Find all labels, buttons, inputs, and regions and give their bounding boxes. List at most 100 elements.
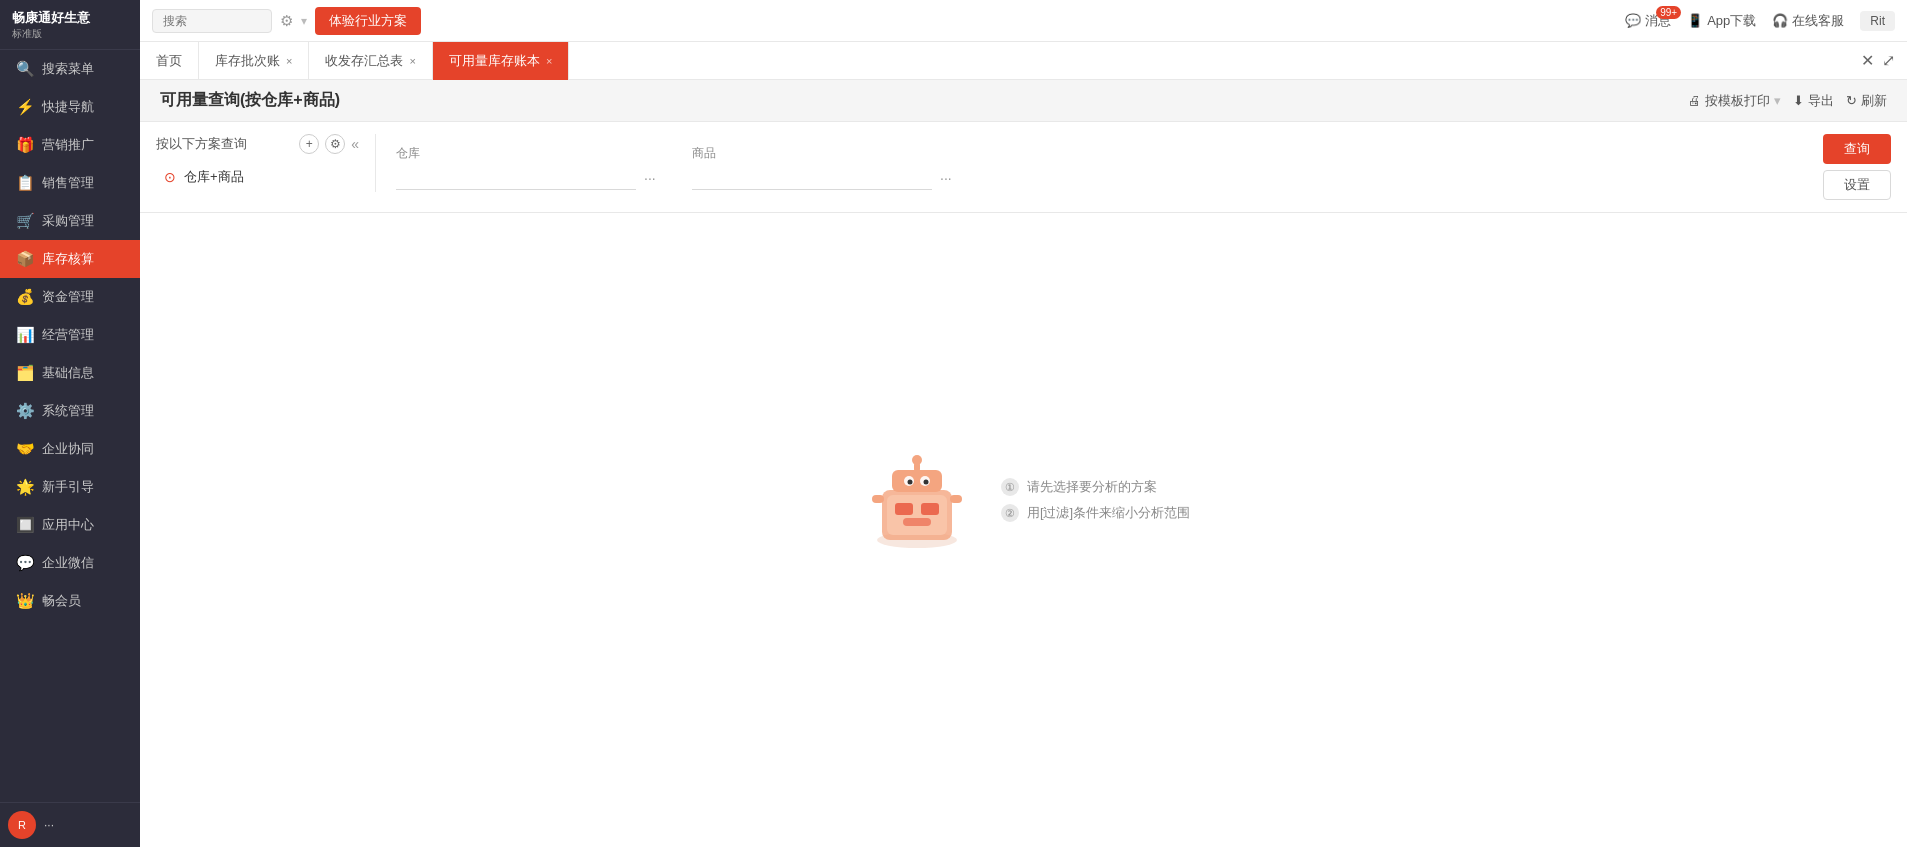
print-button[interactable]: 🖨 按模板打印 ▾ (1688, 92, 1781, 110)
sidebar-label-basic: 基础信息 (42, 364, 94, 382)
tab-receive-summary[interactable]: 收发存汇总表 × (309, 42, 432, 80)
sidebar-item-wechat[interactable]: 💬 企业微信 (0, 544, 140, 582)
system-icon: ⚙️ (16, 402, 34, 420)
tab-expand-icon[interactable]: ⤢ (1882, 51, 1895, 70)
product-more-icon[interactable]: ··· (940, 170, 952, 186)
filter-scheme-icons: + ⚙ « (299, 134, 359, 154)
search-input[interactable] (152, 9, 272, 33)
sidebar-item-appcenter[interactable]: 🔲 应用中心 (0, 506, 140, 544)
product-field: 商品 ··· (692, 145, 972, 190)
sidebar-user-name: ··· (44, 818, 54, 832)
tab-receive-summary-label: 收发存汇总表 (325, 52, 403, 70)
setting-button[interactable]: 设置 (1823, 170, 1891, 200)
step1-num: ① (1001, 478, 1019, 496)
svg-point-9 (907, 480, 912, 485)
sidebar-item-finance[interactable]: 💰 资金管理 (0, 278, 140, 316)
sidebar-label-operation: 经营管理 (42, 326, 94, 344)
svg-rect-6 (892, 470, 942, 492)
collapse-icon[interactable]: « (351, 136, 359, 152)
svg-rect-5 (903, 518, 931, 526)
print-icon: 🖨 (1688, 93, 1701, 108)
sidebar-item-basic[interactable]: 🗂️ 基础信息 (0, 354, 140, 392)
tab-batch-ledger-close[interactable]: × (286, 55, 292, 67)
industry-button[interactable]: 体验行业方案 (315, 7, 421, 35)
warehouse-input[interactable] (396, 166, 636, 190)
member-icon: 👑 (16, 592, 34, 610)
product-input[interactable] (692, 166, 932, 190)
basic-icon: 🗂️ (16, 364, 34, 382)
sidebar-label-newguide: 新手引导 (42, 478, 94, 496)
svg-rect-4 (921, 503, 939, 515)
marketing-icon: 🎁 (16, 136, 34, 154)
finance-icon: 💰 (16, 288, 34, 306)
add-scheme-button[interactable]: + (299, 134, 319, 154)
settings-scheme-button[interactable]: ⚙ (325, 134, 345, 154)
print-label: 按模板打印 (1705, 92, 1770, 110)
filter-scheme-title: 按以下方案查询 (156, 135, 247, 153)
logo-subtitle: 标准版 (12, 27, 128, 41)
tab-batch-ledger[interactable]: 库存批次账 × (199, 42, 309, 80)
svg-rect-2 (887, 495, 947, 535)
sidebar-logo: 畅康通好生意 标准版 (0, 0, 140, 50)
export-icon: ⬇ (1793, 93, 1804, 108)
sidebar-item-search[interactable]: 🔍 搜索菜单 (0, 50, 140, 88)
sidebar-item-marketing[interactable]: 🎁 营销推广 (0, 126, 140, 164)
sidebar-item-purchase[interactable]: 🛒 采购管理 (0, 202, 140, 240)
online-service-btn[interactable]: 🎧 在线客服 (1772, 12, 1844, 30)
avatar: R (8, 811, 36, 839)
wechat-icon: 💬 (16, 554, 34, 572)
topbar-dropdown-icon[interactable]: ▾ (301, 14, 307, 28)
tab-receive-summary-close[interactable]: × (409, 55, 415, 67)
query-button[interactable]: 查询 (1823, 134, 1891, 164)
sidebar-item-member[interactable]: 👑 畅会员 (0, 582, 140, 620)
refresh-label: 刷新 (1861, 92, 1887, 110)
tab-batch-ledger-label: 库存批次账 (215, 52, 280, 70)
sidebar-item-inventory[interactable]: 📦 库存核算 (0, 240, 140, 278)
print-dropdown-icon[interactable]: ▾ (1774, 93, 1781, 108)
sidebar-label-appcenter: 应用中心 (42, 516, 94, 534)
user-name-button[interactable]: Rit (1860, 11, 1895, 31)
export-label: 导出 (1808, 92, 1834, 110)
sales-icon: 📋 (16, 174, 34, 192)
sidebar-item-enterprise[interactable]: 🤝 企业协同 (0, 430, 140, 468)
sidebar-item-system[interactable]: ⚙️ 系统管理 (0, 392, 140, 430)
topbar-right: 💬 消息 99+ 📱 App下载 🎧 在线客服 Rit (1625, 11, 1895, 31)
product-input-row: ··· (692, 166, 972, 190)
tab-home[interactable]: 首页 (140, 42, 199, 80)
sidebar-user[interactable]: R ··· (0, 802, 140, 847)
sidebar-label-wechat: 企业微信 (42, 554, 94, 572)
sidebar-label-marketing: 营销推广 (42, 136, 94, 154)
export-button[interactable]: ⬇ 导出 (1793, 92, 1834, 110)
tabs-bar: 首页 库存批次账 × 收发存汇总表 × 可用量库存账本 × ✕ ⤢ (140, 42, 1907, 80)
step1-text: 请先选择要分析的方案 (1027, 474, 1157, 500)
empty-state: ① 请先选择要分析的方案 ② 用[过滤]条件来缩小分析范围 (140, 213, 1907, 847)
svg-rect-13 (872, 495, 884, 503)
warehouse-more-icon[interactable]: ··· (644, 170, 656, 186)
app-download-btn[interactable]: 📱 App下载 (1687, 12, 1756, 30)
tab-available-ledger-close[interactable]: × (546, 55, 552, 67)
filter-fields: 仓库 ··· 商品 ··· 查询 设置 (376, 134, 1891, 200)
tab-available-ledger-label: 可用量库存账本 (449, 52, 540, 70)
gear-icon[interactable]: ⚙ (280, 12, 293, 30)
sidebar-item-operation[interactable]: 📊 经营管理 (0, 316, 140, 354)
step2-num: ② (1001, 504, 1019, 522)
message-badge: 99+ (1656, 6, 1681, 19)
topbar-left: ⚙ ▾ 体验行业方案 (152, 7, 1617, 35)
tab-home-label: 首页 (156, 52, 182, 70)
sidebar-item-newguide[interactable]: 🌟 新手引导 (0, 468, 140, 506)
filter-scheme-header: 按以下方案查询 + ⚙ « (156, 134, 359, 154)
sidebar-label-search: 搜索菜单 (42, 60, 94, 78)
message-icon: 💬 (1625, 13, 1641, 28)
scheme-item-icon: ⊙ (164, 169, 176, 185)
sidebar-item-sales[interactable]: 📋 销售管理 (0, 164, 140, 202)
message-btn[interactable]: 💬 消息 99+ (1625, 12, 1671, 30)
sidebar-label-inventory: 库存核算 (42, 250, 94, 268)
scheme-item-warehouse-product[interactable]: ⊙ 仓库+商品 (156, 162, 359, 192)
product-label: 商品 (692, 145, 972, 162)
tab-available-ledger[interactable]: 可用量库存账本 × (433, 42, 569, 80)
warehouse-field: 仓库 ··· (396, 145, 676, 190)
sidebar-item-shortcut[interactable]: ⚡ 快捷导航 (0, 88, 140, 126)
tab-close-all-icon[interactable]: ✕ (1861, 51, 1874, 70)
sidebar-label-purchase: 采购管理 (42, 212, 94, 230)
refresh-button[interactable]: ↻ 刷新 (1846, 92, 1887, 110)
